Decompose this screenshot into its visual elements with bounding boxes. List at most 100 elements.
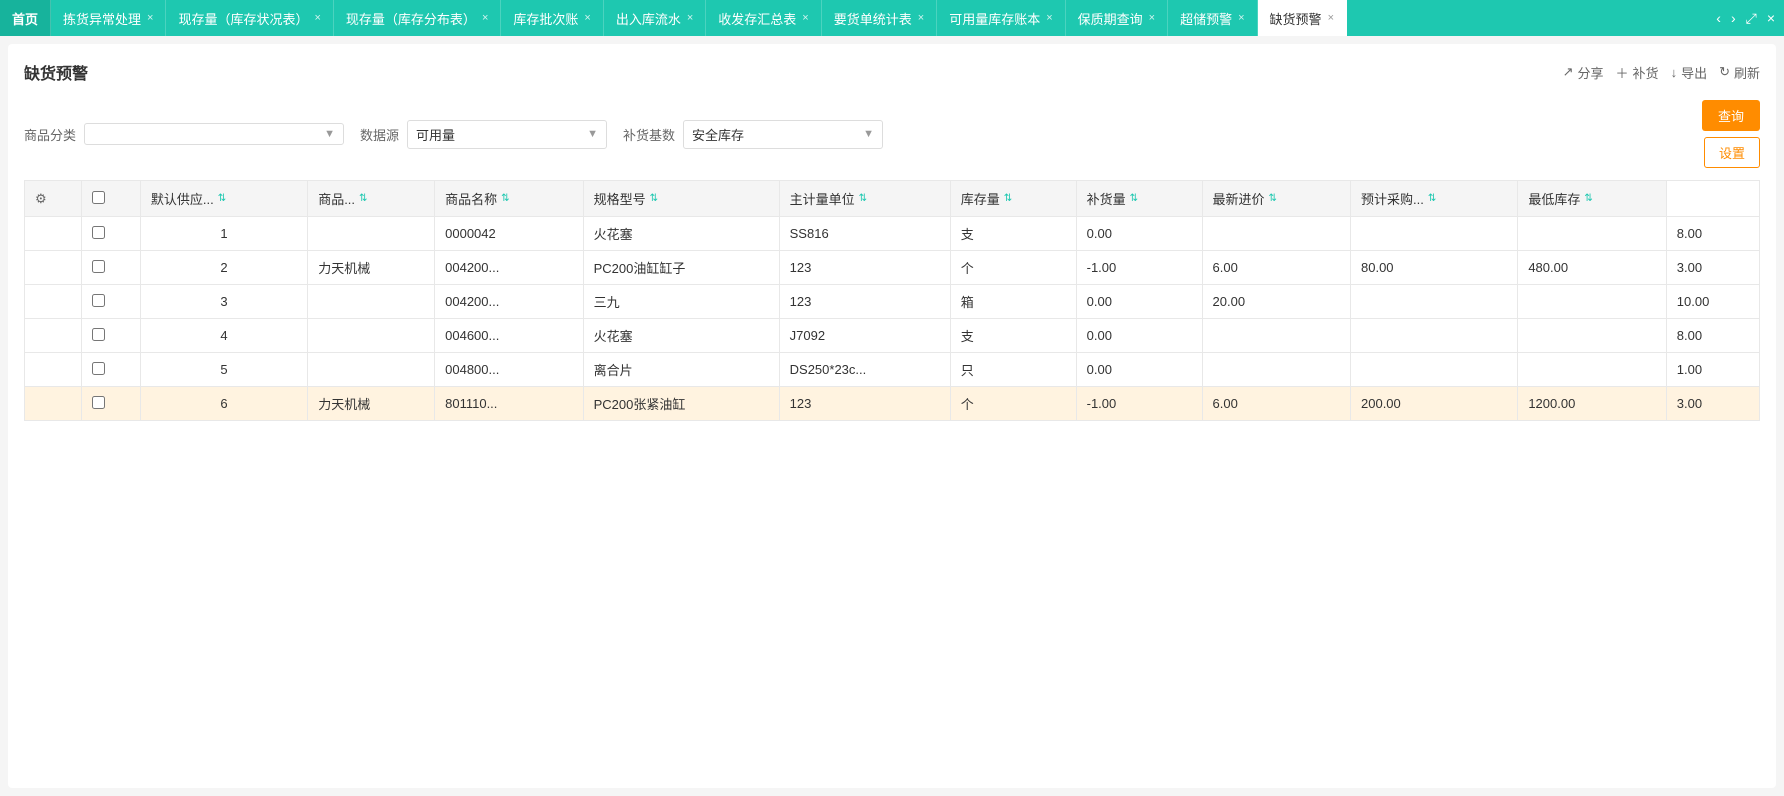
cell-checkbox[interactable] (81, 285, 140, 319)
tab-close-icon[interactable]: × (147, 12, 153, 24)
main-content: 缺货预警 ↗ 分享 ＋ 补货 ↓ 导出 ↻ 刷新 商品分类 (8, 44, 1776, 788)
tab-现存量（库存状况表）[interactable]: 现存量（库存状况表）× (166, 0, 333, 36)
th-product_name[interactable]: 商品名称⇅ (435, 181, 583, 217)
th-checkbox (81, 181, 140, 217)
table-row: 10000042火花塞SS816支0.008.00 (25, 217, 1760, 251)
table-container: ⚙默认供应...⇅商品...⇅商品名称⇅规格型号⇅主计量单位⇅库存量⇅补货量⇅最… (24, 180, 1760, 421)
tab-close-icon[interactable]: × (687, 12, 693, 24)
cell-spec: J7092 (779, 319, 950, 353)
cell-gear (25, 353, 82, 387)
row-checkbox[interactable] (92, 294, 105, 307)
sort-icon-default_supplier: ⇅ (218, 193, 226, 204)
row-checkbox[interactable] (92, 226, 105, 239)
row-checkbox[interactable] (92, 362, 105, 375)
cell-product_name: PC200油缸缸子 (583, 251, 779, 285)
page-header: 缺货预警 ↗ 分享 ＋ 补货 ↓ 导出 ↻ 刷新 (24, 60, 1760, 84)
tab-close-icon[interactable]: × (1238, 12, 1244, 24)
export-button[interactable]: ↓ 导出 (1671, 63, 1708, 82)
cell-num: 6 (140, 387, 307, 421)
tab-close-icon[interactable]: × (314, 12, 320, 24)
tab-库存批次账[interactable]: 库存批次账× (501, 0, 603, 36)
cell-checkbox[interactable] (81, 387, 140, 421)
tab-closeall-icon[interactable]: × (1762, 0, 1780, 36)
cell-estimated_purchase (1518, 319, 1666, 353)
sort-icon-estimated_purchase: ⇅ (1428, 193, 1436, 204)
gear-icon[interactable]: ⚙ (35, 191, 47, 206)
cell-num: 1 (140, 217, 307, 251)
row-checkbox[interactable] (92, 328, 105, 341)
col-label-unit: 主计量单位 (790, 189, 855, 208)
page-title: 缺货预警 (24, 60, 88, 84)
col-label-min_stock: 最低库存 (1528, 189, 1580, 208)
th-latest_price[interactable]: 最新进价⇅ (1202, 181, 1350, 217)
datasource-select[interactable]: 可用量 ▼ (407, 120, 607, 149)
refresh-button[interactable]: ↻ 刷新 (1719, 63, 1760, 82)
tab-close-icon[interactable]: × (1328, 12, 1334, 24)
cell-stock: -1.00 (1076, 251, 1202, 285)
tab-超储预警[interactable]: 超储预警× (1168, 0, 1257, 36)
th-unit[interactable]: 主计量单位⇅ (779, 181, 950, 217)
cell-product_code: 004200... (435, 251, 583, 285)
col-label-estimated_purchase: 预计采购... (1361, 189, 1424, 208)
th-estimated_purchase[interactable]: 预计采购... ⇅ (1351, 181, 1518, 217)
replenish-button[interactable]: ＋ 补货 (1616, 63, 1659, 82)
cell-checkbox[interactable] (81, 353, 140, 387)
refresh-icon: ↻ (1719, 64, 1730, 80)
cell-gear (25, 319, 82, 353)
th-stock[interactable]: 库存量⇅ (950, 181, 1076, 217)
cell-spec: DS250*23c... (779, 353, 950, 387)
tab-出入库流水[interactable]: 出入库流水× (604, 0, 706, 36)
cell-replenish_qty (1202, 353, 1350, 387)
th-default_supplier[interactable]: 默认供应... ⇅ (140, 181, 307, 217)
cell-checkbox[interactable] (81, 217, 140, 251)
tab-拣货异常处理[interactable]: 拣货异常处理× (51, 0, 166, 36)
cell-product_code: 004800... (435, 353, 583, 387)
tab-保质期查询[interactable]: 保质期查询× (1066, 0, 1168, 36)
cell-checkbox[interactable] (81, 319, 140, 353)
cell-checkbox[interactable] (81, 251, 140, 285)
table-row: 4004600...火花塞J7092支0.008.00 (25, 319, 1760, 353)
cell-gear (25, 285, 82, 319)
row-checkbox[interactable] (92, 260, 105, 273)
th-spec[interactable]: 规格型号⇅ (583, 181, 779, 217)
tab-bar: 首页拣货异常处理×现存量（库存状况表）×现存量（库存分布表）×库存批次账×出入库… (0, 0, 1784, 36)
cell-estimated_purchase (1518, 353, 1666, 387)
cell-product_name: 火花塞 (583, 319, 779, 353)
filter-row: 商品分类 ▼ 数据源 可用量 ▼ 补货基数 安全库存 ▼ 查询 设置 (24, 100, 1760, 168)
tab-首页[interactable]: 首页 (0, 0, 51, 36)
cell-stock: 0.00 (1076, 319, 1202, 353)
cell-default_supplier: 力天机械 (308, 387, 435, 421)
th-min_stock[interactable]: 最低库存⇅ (1518, 181, 1666, 217)
tab-缺货预警[interactable]: 缺货预警× (1258, 0, 1347, 36)
replenish-select[interactable]: 安全库存 ▼ (683, 120, 883, 149)
query-button[interactable]: 查询 (1702, 100, 1760, 131)
tab-close-icon[interactable]: × (918, 12, 924, 24)
tab-要货单统计表[interactable]: 要货单统计表× (822, 0, 937, 36)
select-all-checkbox[interactable] (92, 191, 105, 204)
tab-close-icon[interactable]: × (584, 12, 590, 24)
tab-收发存汇总表[interactable]: 收发存汇总表× (706, 0, 821, 36)
th-product_code[interactable]: 商品...⇅ (308, 181, 435, 217)
cell-min_stock: 3.00 (1666, 251, 1759, 285)
tab-restore-icon[interactable]: ⤢ (1741, 0, 1762, 36)
tab-可用量库存账本[interactable]: 可用量库存账本× (937, 0, 1065, 36)
col-label-replenish_qty: 补货量 (1087, 189, 1126, 208)
cell-spec: 123 (779, 285, 950, 319)
settings-button[interactable]: 设置 (1704, 137, 1760, 168)
row-checkbox[interactable] (92, 396, 105, 409)
cell-estimated_purchase: 1200.00 (1518, 387, 1666, 421)
tab-next-icon[interactable]: › (1726, 0, 1741, 36)
tab-prev-icon[interactable]: ‹ (1711, 0, 1726, 36)
th-replenish_qty[interactable]: 补货量⇅ (1076, 181, 1202, 217)
tab-close-icon[interactable]: × (482, 12, 488, 24)
tab-现存量（库存分布表）[interactable]: 现存量（库存分布表）× (334, 0, 501, 36)
share-button[interactable]: ↗ 分享 (1563, 63, 1604, 82)
tab-close-icon[interactable]: × (802, 12, 808, 24)
tab-close-icon[interactable]: × (1046, 12, 1052, 24)
col-label-spec: 规格型号 (594, 189, 646, 208)
cell-product_code: 0000042 (435, 217, 583, 251)
col-label-default_supplier: 默认供应... (151, 189, 214, 208)
tab-close-icon[interactable]: × (1149, 12, 1155, 24)
category-select[interactable]: ▼ (84, 123, 344, 145)
cell-product_name: 火花塞 (583, 217, 779, 251)
